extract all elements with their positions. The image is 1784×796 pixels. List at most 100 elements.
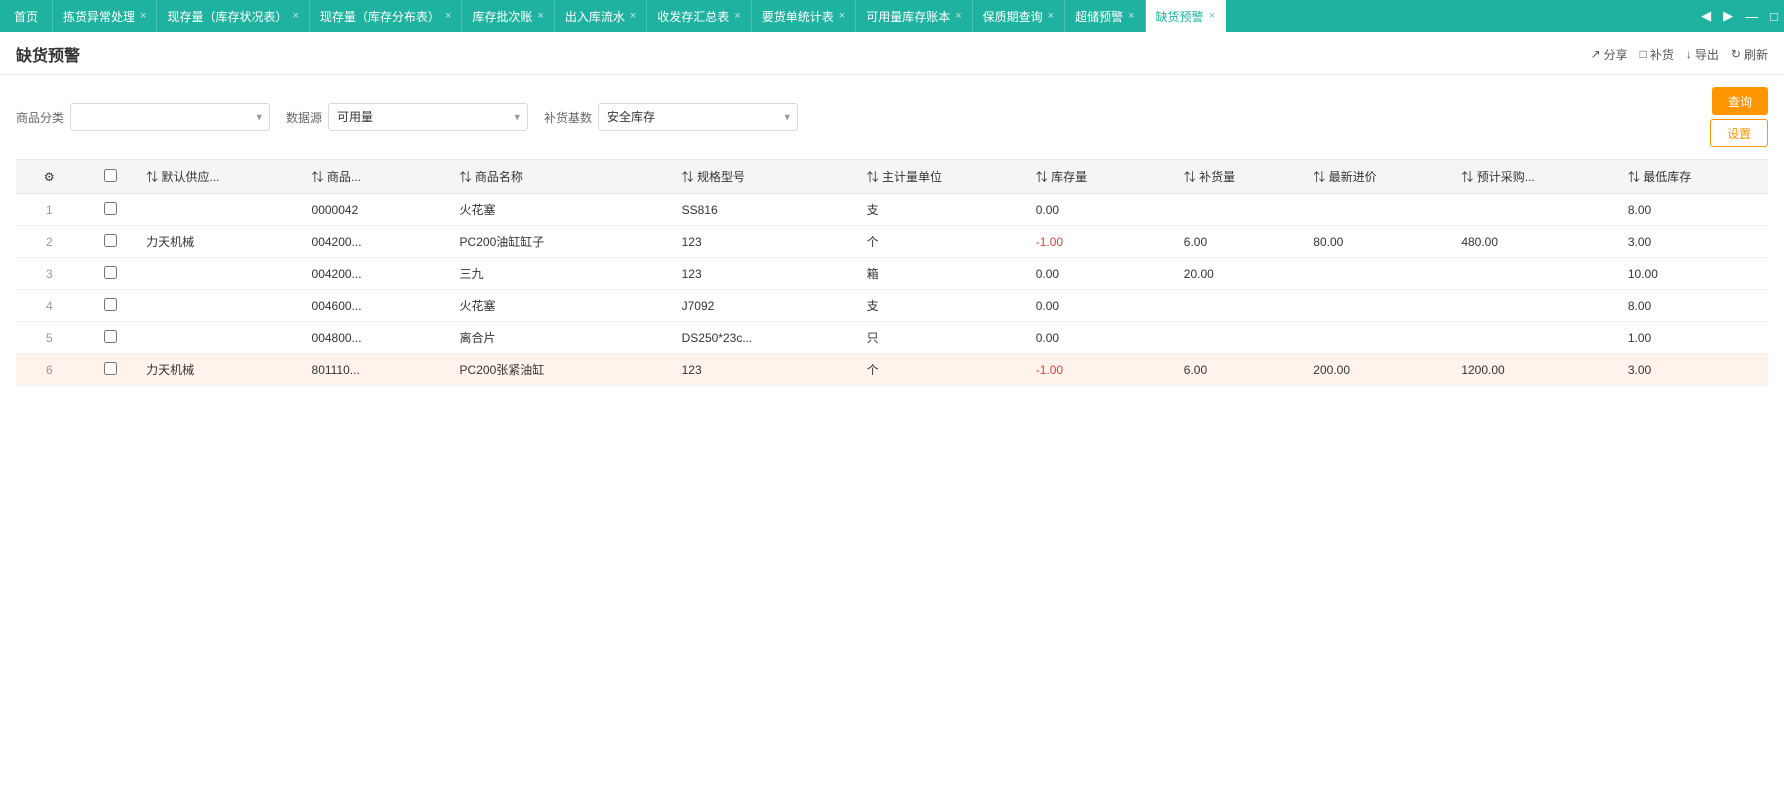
row-checkbox[interactable] — [104, 234, 117, 247]
row-checkbox[interactable] — [104, 298, 117, 311]
row-min-stock: 8.00 — [1620, 194, 1768, 226]
column-settings[interactable]: ⚙ — [16, 160, 83, 194]
row-product-name: 离合片 — [452, 322, 674, 354]
row-checkbox[interactable] — [104, 330, 117, 343]
supplement-button[interactable]: □ 补货 — [1640, 46, 1674, 63]
row-supplier — [138, 194, 303, 226]
column-product-name[interactable]: ⇅ 商品名称 — [452, 160, 674, 194]
row-min-stock: 3.00 — [1620, 226, 1768, 258]
row-supplement — [1176, 322, 1306, 354]
tab-next-btn[interactable]: ▶ — [1717, 0, 1739, 32]
row-product-code: 004600... — [304, 290, 452, 322]
tab-t2-close[interactable]: × — [292, 10, 298, 22]
tab-t7[interactable]: 要货单统计表 × — [752, 0, 856, 32]
column-spec[interactable]: ⇅ 规格型号 — [674, 160, 859, 194]
table-header-row: ⚙ ⇅ 默认供应... ⇅ 商品... ⇅ 商品名称 — [16, 160, 1768, 194]
tab-prev-btn[interactable]: ◀ — [1695, 0, 1717, 32]
supplement-base-label: 补货基数 — [544, 109, 592, 126]
tab-t6-label: 收发存汇总表 — [657, 8, 729, 25]
query-button[interactable]: 查询 — [1712, 87, 1768, 115]
export-icon: ↓ — [1686, 47, 1692, 61]
row-supplier — [138, 322, 303, 354]
tab-bar: 首页 拣货异常处理 × 现存量（库存状况表） × 现存量（库存分布表） × 库存… — [0, 0, 1784, 32]
tab-t8-close[interactable]: × — [955, 10, 961, 22]
datasource-select-wrapper: 可用量 库存量 — [328, 103, 528, 131]
column-min-sort: ⇅ — [1628, 170, 1640, 184]
tab-t9-close[interactable]: × — [1048, 10, 1054, 22]
column-min-stock[interactable]: ⇅ 最低库存 — [1620, 160, 1768, 194]
tab-t6[interactable]: 收发存汇总表 × — [647, 0, 751, 32]
row-stock: -1.00 — [1028, 226, 1176, 258]
tab-t10-label: 超储预警 — [1075, 8, 1123, 25]
datasource-select[interactable]: 可用量 库存量 — [328, 103, 528, 131]
row-product-name: PC200油缸缸子 — [452, 226, 674, 258]
page-title: 缺货预警 — [16, 42, 80, 66]
tab-maximize-btn[interactable]: □ — [1764, 0, 1784, 32]
row-product-code: 004800... — [304, 322, 452, 354]
tab-t11[interactable]: 缺货预警 × — [1146, 0, 1226, 32]
row-est-purchase — [1453, 194, 1620, 226]
row-checkbox-cell — [83, 322, 139, 354]
supplement-base-select[interactable]: 安全库存 最低库存 — [598, 103, 798, 131]
row-checkbox[interactable] — [104, 362, 117, 375]
column-supplement-sort: ⇅ — [1184, 170, 1196, 184]
row-unit: 箱 — [859, 258, 1028, 290]
row-product-name: PC200张紧油缸 — [452, 354, 674, 386]
column-supplement[interactable]: ⇅ 补货量 — [1176, 160, 1306, 194]
tab-t10-close[interactable]: × — [1128, 10, 1134, 22]
row-supplier — [138, 290, 303, 322]
tab-t6-close[interactable]: × — [734, 10, 740, 22]
tab-t3-close[interactable]: × — [445, 10, 451, 22]
tab-t11-close[interactable]: × — [1209, 10, 1215, 22]
row-num: 1 — [16, 194, 83, 226]
row-unit: 支 — [859, 290, 1028, 322]
column-code-sort: ⇅ — [312, 170, 324, 184]
export-button[interactable]: ↓ 导出 — [1686, 46, 1719, 63]
row-checkbox-cell — [83, 258, 139, 290]
tab-minimize-btn[interactable]: — — [1739, 0, 1764, 32]
tab-home[interactable]: 首页 — [0, 0, 53, 32]
row-latest-price — [1305, 322, 1453, 354]
column-name-sort: ⇅ — [460, 170, 472, 184]
column-unit[interactable]: ⇅ 主计量单位 — [859, 160, 1028, 194]
tab-t3[interactable]: 现存量（库存分布表） × — [310, 0, 462, 32]
row-stock: 0.00 — [1028, 258, 1176, 290]
row-min-stock: 3.00 — [1620, 354, 1768, 386]
tab-t5[interactable]: 出入库流水 × — [555, 0, 647, 32]
row-min-stock: 8.00 — [1620, 290, 1768, 322]
tab-t1[interactable]: 拣货异常处理 × — [53, 0, 157, 32]
tab-t9[interactable]: 保质期查询 × — [973, 0, 1065, 32]
share-button[interactable]: ↗ 分享 — [1591, 46, 1628, 63]
row-checkbox-cell — [83, 354, 139, 386]
header-actions: ↗ 分享 □ 补货 ↓ 导出 ↻ 刷新 — [1591, 46, 1768, 63]
column-supplier[interactable]: ⇅ 默认供应... — [138, 160, 303, 194]
share-label: 分享 — [1604, 46, 1628, 63]
tab-t4-close[interactable]: × — [537, 10, 543, 22]
row-product-name: 三九 — [452, 258, 674, 290]
column-stock[interactable]: ⇅ 库存量 — [1028, 160, 1176, 194]
table-row: 3 004200... 三九 123 箱 0.00 20.00 10.00 — [16, 258, 1768, 290]
column-product-code[interactable]: ⇅ 商品... — [304, 160, 452, 194]
select-all-checkbox[interactable] — [104, 169, 117, 182]
tab-t5-close[interactable]: × — [630, 10, 636, 22]
category-select[interactable] — [70, 103, 270, 131]
row-checkbox-cell — [83, 194, 139, 226]
column-latest-price[interactable]: ⇅ 最新进价 — [1305, 160, 1453, 194]
tab-t8-label: 可用量库存账本 — [866, 8, 950, 25]
row-product-code: 801110... — [304, 354, 452, 386]
row-supplement: 6.00 — [1176, 354, 1306, 386]
tab-t7-close[interactable]: × — [839, 10, 845, 22]
tab-t8[interactable]: 可用量库存账本 × — [856, 0, 972, 32]
refresh-button[interactable]: ↻ 刷新 — [1731, 46, 1768, 63]
row-checkbox[interactable] — [104, 202, 117, 215]
row-checkbox[interactable] — [104, 266, 117, 279]
tab-t10[interactable]: 超储预警 × — [1065, 0, 1145, 32]
tab-t7-label: 要货单统计表 — [762, 8, 834, 25]
settings-button[interactable]: 设置 — [1710, 119, 1768, 147]
tab-t4[interactable]: 库存批次账 × — [462, 0, 554, 32]
tab-t2[interactable]: 现存量（库存状况表） × — [157, 0, 309, 32]
row-num: 5 — [16, 322, 83, 354]
tab-t1-close[interactable]: × — [140, 10, 146, 22]
category-select-wrapper — [70, 103, 270, 131]
column-est-purchase[interactable]: ⇅ 预计采购... — [1453, 160, 1620, 194]
